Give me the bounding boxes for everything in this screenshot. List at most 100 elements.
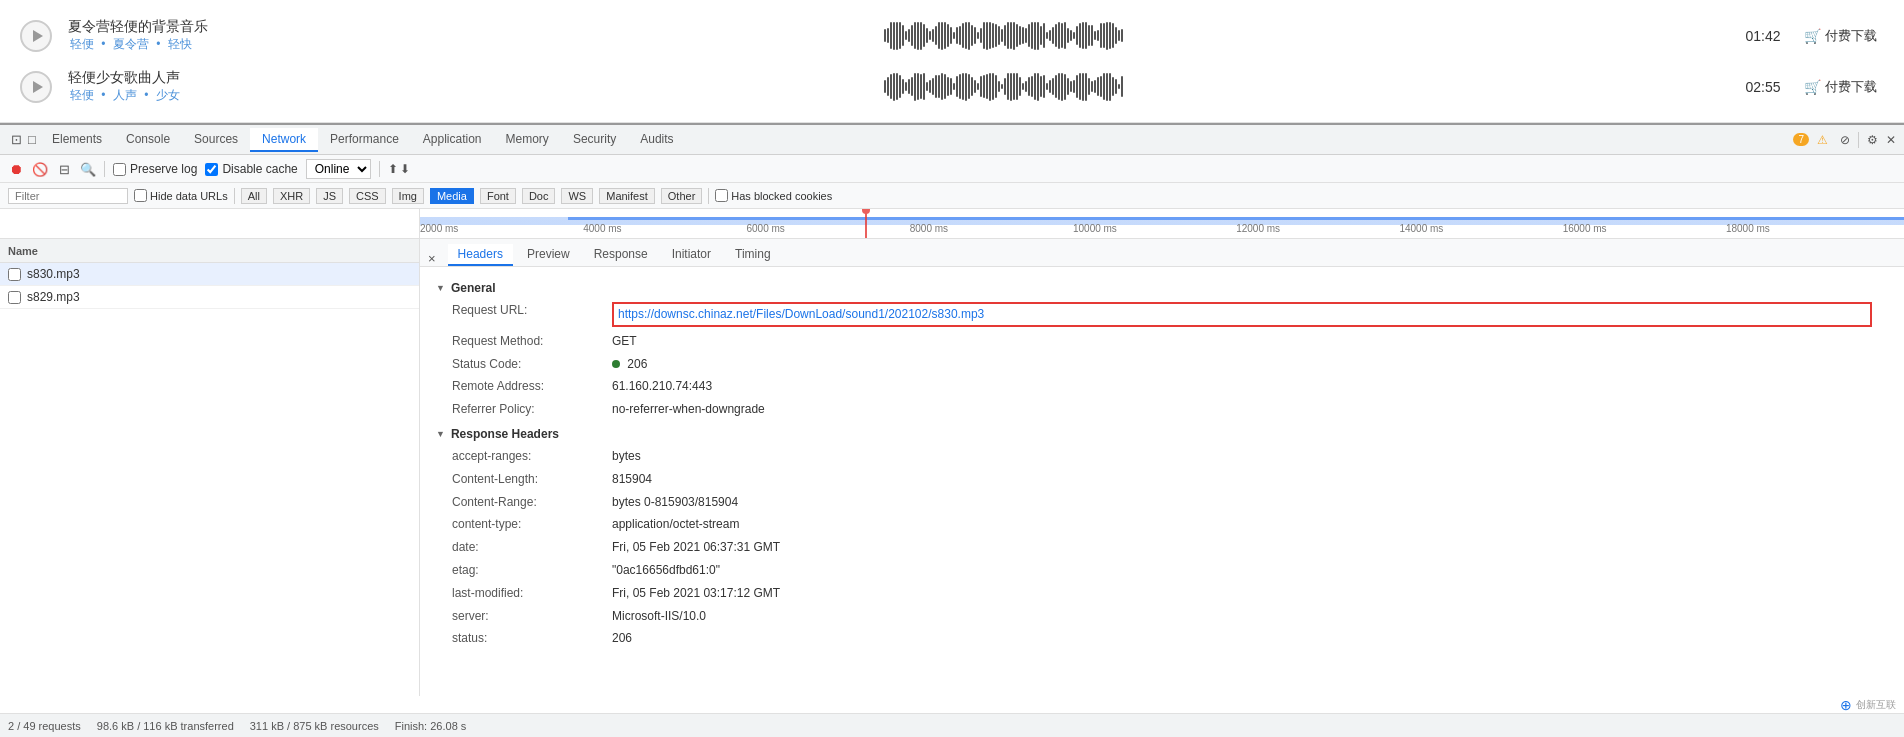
tab-performance[interactable]: Performance	[318, 128, 411, 152]
music-tag-1-2[interactable]: 轻快	[168, 37, 192, 51]
cart-icon-2: 🛒	[1804, 79, 1821, 95]
detail-close-button[interactable]: ×	[428, 251, 436, 266]
filter-type-xhr[interactable]: XHR	[273, 188, 310, 204]
timeline-label-4000: 4000 ms	[583, 223, 621, 234]
content-type-row: content-type: application/octet-stream	[436, 513, 1888, 536]
file-list-header: Name	[0, 239, 419, 263]
filter-type-media[interactable]: Media	[430, 188, 474, 204]
server-key: server:	[452, 608, 612, 625]
has-blocked-cookies-text: Has blocked cookies	[731, 190, 832, 202]
content-type-value: application/octet-stream	[612, 516, 1872, 533]
music-download-2[interactable]: 🛒 付费下载	[1804, 78, 1884, 96]
music-tags-1: 轻便 • 夏令营 • 轻快	[68, 36, 268, 53]
search-icon[interactable]: 🔍	[80, 161, 96, 177]
status-value: 206	[612, 630, 1872, 647]
warning-count-badge: 7	[1793, 133, 1809, 146]
tab-sources[interactable]: Sources	[182, 128, 250, 152]
file-name-0: s830.mp3	[27, 267, 80, 281]
music-download-label-2: 付费下载	[1825, 78, 1877, 96]
music-title-2: 轻便少女歌曲人声	[68, 69, 268, 87]
record-icon[interactable]: ⏺	[8, 161, 24, 177]
timeline-label-12000: 12000 ms	[1236, 223, 1280, 234]
response-headers-label: Response Headers	[451, 427, 559, 441]
filter-type-img[interactable]: Img	[392, 188, 424, 204]
timeline-label-10000: 10000 ms	[1073, 223, 1117, 234]
download-icon: ⬇	[400, 162, 410, 176]
filter-type-manifest[interactable]: Manifest	[599, 188, 655, 204]
tab-console[interactable]: Console	[114, 128, 182, 152]
music-duration-1: 01:42	[1738, 28, 1788, 44]
close-devtools-icon[interactable]: ✕	[1886, 133, 1896, 147]
request-url-key: Request URL:	[452, 302, 612, 319]
filter-type-ws[interactable]: WS	[561, 188, 593, 204]
detail-tab-timing[interactable]: Timing	[725, 244, 781, 266]
server-row: server: Microsoft-IIS/10.0	[436, 605, 1888, 628]
response-headers-section-header[interactable]: Response Headers	[436, 421, 1888, 445]
music-item-1: 夏令营轻便的背景音乐 轻便 • 夏令营 • 轻快 01:42 🛒 付费下载	[20, 10, 1884, 61]
content-range-value: bytes 0-815903/815904	[612, 494, 1872, 511]
last-modified-row: last-modified: Fri, 05 Feb 2021 03:17:12…	[436, 582, 1888, 605]
separator-5	[708, 188, 709, 204]
clear-icon[interactable]: 🚫	[32, 161, 48, 177]
music-tag-1-1[interactable]: 夏令营	[113, 37, 149, 51]
last-modified-value: Fri, 05 Feb 2021 03:17:12 GMT	[612, 585, 1872, 602]
content-length-value: 815904	[612, 471, 1872, 488]
settings-icon[interactable]: ⚙	[1867, 133, 1878, 147]
play-button-2[interactable]	[20, 71, 52, 103]
throttling-select[interactable]: Online	[306, 159, 371, 179]
file-list-item-0[interactable]: s830.mp3	[0, 263, 419, 286]
music-download-1[interactable]: 🛒 付费下载	[1804, 27, 1884, 45]
etag-key: etag:	[452, 562, 612, 579]
hide-data-urls-checkbox[interactable]	[134, 189, 147, 202]
referrer-policy-key: Referrer Policy:	[452, 401, 612, 418]
timeline-row: 2000 ms 4000 ms 6000 ms 8000 ms 10000 ms…	[0, 209, 1904, 239]
filter-type-css[interactable]: CSS	[349, 188, 386, 204]
file-checkbox-1[interactable]	[8, 291, 21, 304]
filter-type-doc[interactable]: Doc	[522, 188, 556, 204]
upload-download-icons: ⬆ ⬇	[388, 162, 410, 176]
tab-application[interactable]: Application	[411, 128, 494, 152]
filter-type-all[interactable]: All	[241, 188, 267, 204]
has-blocked-cookies-checkbox[interactable]	[715, 189, 728, 202]
remote-address-key: Remote Address:	[452, 378, 612, 395]
detail-tab-preview[interactable]: Preview	[517, 244, 580, 266]
tab-memory[interactable]: Memory	[494, 128, 561, 152]
music-tag-2-1[interactable]: 人声	[113, 88, 137, 102]
music-tag-1-0[interactable]: 轻便	[70, 37, 94, 51]
file-list: Name s830.mp3 s829.mp3	[0, 239, 420, 696]
detail-tab-response[interactable]: Response	[584, 244, 658, 266]
referrer-policy-row: Referrer Policy: no-referrer-when-downgr…	[436, 398, 1888, 421]
tab-elements[interactable]: Elements	[40, 128, 114, 152]
inspect-icon[interactable]: □	[24, 132, 40, 148]
hide-data-urls-text: Hide data URLs	[150, 190, 228, 202]
date-value: Fri, 05 Feb 2021 06:37:31 GMT	[612, 539, 1872, 556]
status-code-value: 206	[612, 356, 1872, 373]
etag-row: etag: "0ac16656dfbd61:0"	[436, 559, 1888, 582]
filter-input[interactable]	[8, 188, 128, 204]
tab-audits[interactable]: Audits	[628, 128, 685, 152]
remote-address-value: 61.160.210.74:443	[612, 378, 1872, 395]
filter-icon[interactable]: ⊟	[56, 161, 72, 177]
play-button-1[interactable]	[20, 20, 52, 52]
disable-cache-checkbox[interactable]	[205, 163, 218, 176]
music-tag-2-0[interactable]: 轻便	[70, 88, 94, 102]
request-url-value[interactable]: https://downsc.chinaz.net/Files/DownLoad…	[612, 302, 1872, 327]
date-key: date:	[452, 539, 612, 556]
tab-security[interactable]: Security	[561, 128, 628, 152]
play-icon-2	[33, 81, 43, 93]
detail-tab-headers[interactable]: Headers	[448, 244, 513, 266]
filter-type-other[interactable]: Other	[661, 188, 703, 204]
file-list-item-1[interactable]: s829.mp3	[0, 286, 419, 309]
filter-type-js[interactable]: JS	[316, 188, 343, 204]
filter-type-font[interactable]: Font	[480, 188, 516, 204]
music-tag-2-2[interactable]: 少女	[156, 88, 180, 102]
preserve-log-checkbox[interactable]	[113, 163, 126, 176]
tab-network[interactable]: Network	[250, 128, 318, 152]
general-section-header[interactable]: General	[436, 275, 1888, 299]
file-checkbox-0[interactable]	[8, 268, 21, 281]
timeline-label-16000: 16000 ms	[1563, 223, 1607, 234]
music-download-label-1: 付费下载	[1825, 27, 1877, 45]
music-title-1: 夏令营轻便的背景音乐	[68, 18, 268, 36]
detail-tab-initiator[interactable]: Initiator	[662, 244, 721, 266]
cursor-icon[interactable]: ⊡	[8, 132, 24, 148]
